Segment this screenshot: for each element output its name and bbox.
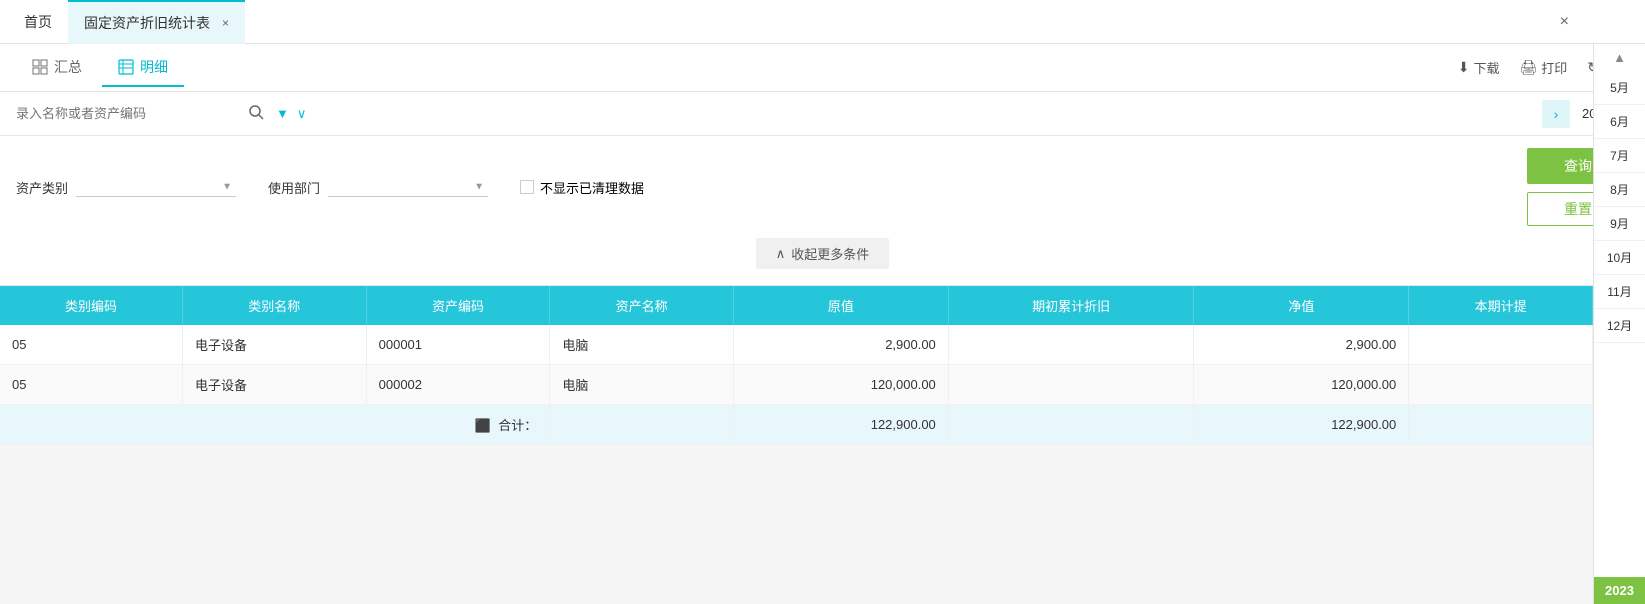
total-accumulated-depreciation [948, 405, 1194, 445]
filter-area: 资产类别 ▼ 使用部门 ▼ 不显示已清理数据 查询 重置 [0, 136, 1645, 286]
download-action[interactable]: ⬇ 下载 [1458, 58, 1500, 77]
summary-icon [32, 59, 48, 75]
download-icon: ⬇ [1458, 59, 1470, 76]
filter-row: 资产类别 ▼ 使用部门 ▼ 不显示已清理数据 查询 重置 [16, 148, 1629, 226]
cell-asset-code: 000002 [366, 365, 550, 405]
total-row: ⬛ 合计： 122,900.00 122,900.00 [0, 405, 1593, 445]
sidebar-month-item[interactable]: 8月 [1594, 173, 1645, 207]
col-net-value: 净值 [1194, 286, 1409, 325]
active-tab: 固定资产折旧统计表 × [68, 0, 245, 44]
main-table: 类别编码 类别名称 资产编码 资产名称 原值 期初累计折旧 净值 本期计提 05… [0, 286, 1593, 445]
collapse-label: 收起更多条件 [791, 244, 869, 263]
cell-category-name: 电子设备 [182, 325, 366, 365]
window-close-button[interactable]: × [1560, 13, 1629, 31]
sidebar-month-item[interactable]: 11月 [1594, 275, 1645, 309]
table-row[interactable]: 05 电子设备 000001 电脑 2,900.00 2,900.00 [0, 325, 1593, 365]
tab-summary[interactable]: 汇总 [16, 49, 98, 87]
cell-category-code: 05 [0, 325, 182, 365]
table-container: 类别编码 类别名称 资产编码 资产名称 原值 期初累计折旧 净值 本期计提 05… [0, 286, 1593, 445]
col-asset-name: 资产名称 [550, 286, 734, 325]
active-tab-label: 固定资产折旧统计表 [84, 13, 210, 33]
department-select-wrapper: ▼ [328, 177, 488, 197]
sidebar-months: 5月6月7月8月9月10月11月12月 [1594, 71, 1645, 343]
department-select[interactable] [328, 177, 488, 197]
sidebar-month-item[interactable]: 12月 [1594, 309, 1645, 343]
checkbox-box [520, 180, 534, 194]
sidebar-scroll-up[interactable]: ▲ [1594, 44, 1645, 71]
cell-current-depreciation [1409, 325, 1593, 365]
tab-detail[interactable]: 明细 [102, 49, 184, 87]
sidebar-month-item[interactable]: 10月 [1594, 241, 1645, 275]
cell-accumulated-depreciation [948, 365, 1194, 405]
more-conditions-button[interactable]: ▼ ∨ [276, 106, 306, 122]
total-icon: ⬛ [475, 418, 491, 433]
tab-summary-label: 汇总 [54, 57, 82, 77]
search-input[interactable] [16, 106, 236, 121]
total-blank-asset [550, 405, 734, 445]
print-label: 打印 [1541, 58, 1567, 77]
col-original-value: 原值 [733, 286, 948, 325]
collapse-conditions-button[interactable]: ∧ 收起更多条件 [756, 238, 890, 269]
table-header-row: 类别编码 类别名称 资产编码 资产名称 原值 期初累计折旧 净值 本期计提 [0, 286, 1593, 325]
col-current-depreciation: 本期计提 [1409, 286, 1593, 325]
print-action[interactable]: 🖨 打印 [1519, 58, 1567, 77]
sidebar-month-item[interactable]: 6月 [1594, 105, 1645, 139]
print-icon: 🖨 [1519, 59, 1537, 76]
asset-category-label: 资产类别 [16, 178, 68, 197]
search-icon[interactable] [248, 104, 264, 123]
asset-category-filter: 资产类别 ▼ [16, 177, 236, 197]
chevron-down-icon: ∨ [297, 106, 307, 122]
download-label: 下载 [1473, 58, 1499, 77]
col-accumulated-depreciation: 期初累计折旧 [948, 286, 1194, 325]
cell-current-depreciation [1409, 365, 1593, 405]
home-tab[interactable]: 首页 [16, 8, 60, 36]
cell-category-code: 05 [0, 365, 182, 405]
sidebar-month-item[interactable]: 9月 [1594, 207, 1645, 241]
cell-original-value: 120,000.00 [733, 365, 948, 405]
toolbar: 汇总 明细 ⬇ 下载 🖨 打印 ↻ 刷新 [0, 44, 1645, 92]
detail-icon [118, 59, 134, 75]
tab-close-icon[interactable]: × [222, 16, 229, 30]
total-original-value: 122,900.00 [733, 405, 948, 445]
top-nav: 首页 固定资产折旧统计表 × × [0, 0, 1645, 44]
cell-category-name: 电子设备 [182, 365, 366, 405]
collapse-icon: ∧ [776, 246, 786, 262]
hide-cleared-label: 不显示已清理数据 [540, 178, 644, 197]
department-label: 使用部门 [268, 178, 320, 197]
total-label: ⬛ 合计： [0, 405, 550, 445]
col-category-name: 类别名称 [182, 286, 366, 325]
sidebar-year-badge[interactable]: 2023 [1594, 577, 1645, 604]
total-current-depreciation [1409, 405, 1593, 445]
cell-asset-name: 电脑 [550, 365, 734, 405]
table-row[interactable]: 05 电子设备 000002 电脑 120,000.00 120,000.00 [0, 365, 1593, 405]
cell-accumulated-depreciation [948, 325, 1194, 365]
col-category-code: 类别编码 [0, 286, 182, 325]
asset-category-select-wrapper: ▼ [76, 177, 236, 197]
sidebar-month-item[interactable]: 7月 [1594, 139, 1645, 173]
asset-category-select[interactable] [76, 177, 236, 197]
sidebar-month-item[interactable]: 5月 [1594, 71, 1645, 105]
search-bar: ▼ ∨ › 2023.01 [0, 92, 1645, 136]
cell-net-value: 120,000.00 [1194, 365, 1409, 405]
filter-icon: ▼ [276, 106, 289, 121]
cell-original-value: 2,900.00 [733, 325, 948, 365]
cell-net-value: 2,900.00 [1194, 325, 1409, 365]
department-filter: 使用部门 ▼ [268, 177, 488, 197]
right-sidebar: ▲ 5月6月7月8月9月10月11月12月 2023 [1593, 44, 1645, 604]
tab-detail-label: 明细 [140, 57, 168, 77]
hide-cleared-checkbox[interactable]: 不显示已清理数据 [520, 178, 644, 197]
expand-arrow[interactable]: › [1542, 100, 1570, 128]
cell-asset-code: 000001 [366, 325, 550, 365]
col-asset-code: 资产编码 [366, 286, 550, 325]
total-net-value: 122,900.00 [1194, 405, 1409, 445]
cell-asset-name: 电脑 [550, 325, 734, 365]
